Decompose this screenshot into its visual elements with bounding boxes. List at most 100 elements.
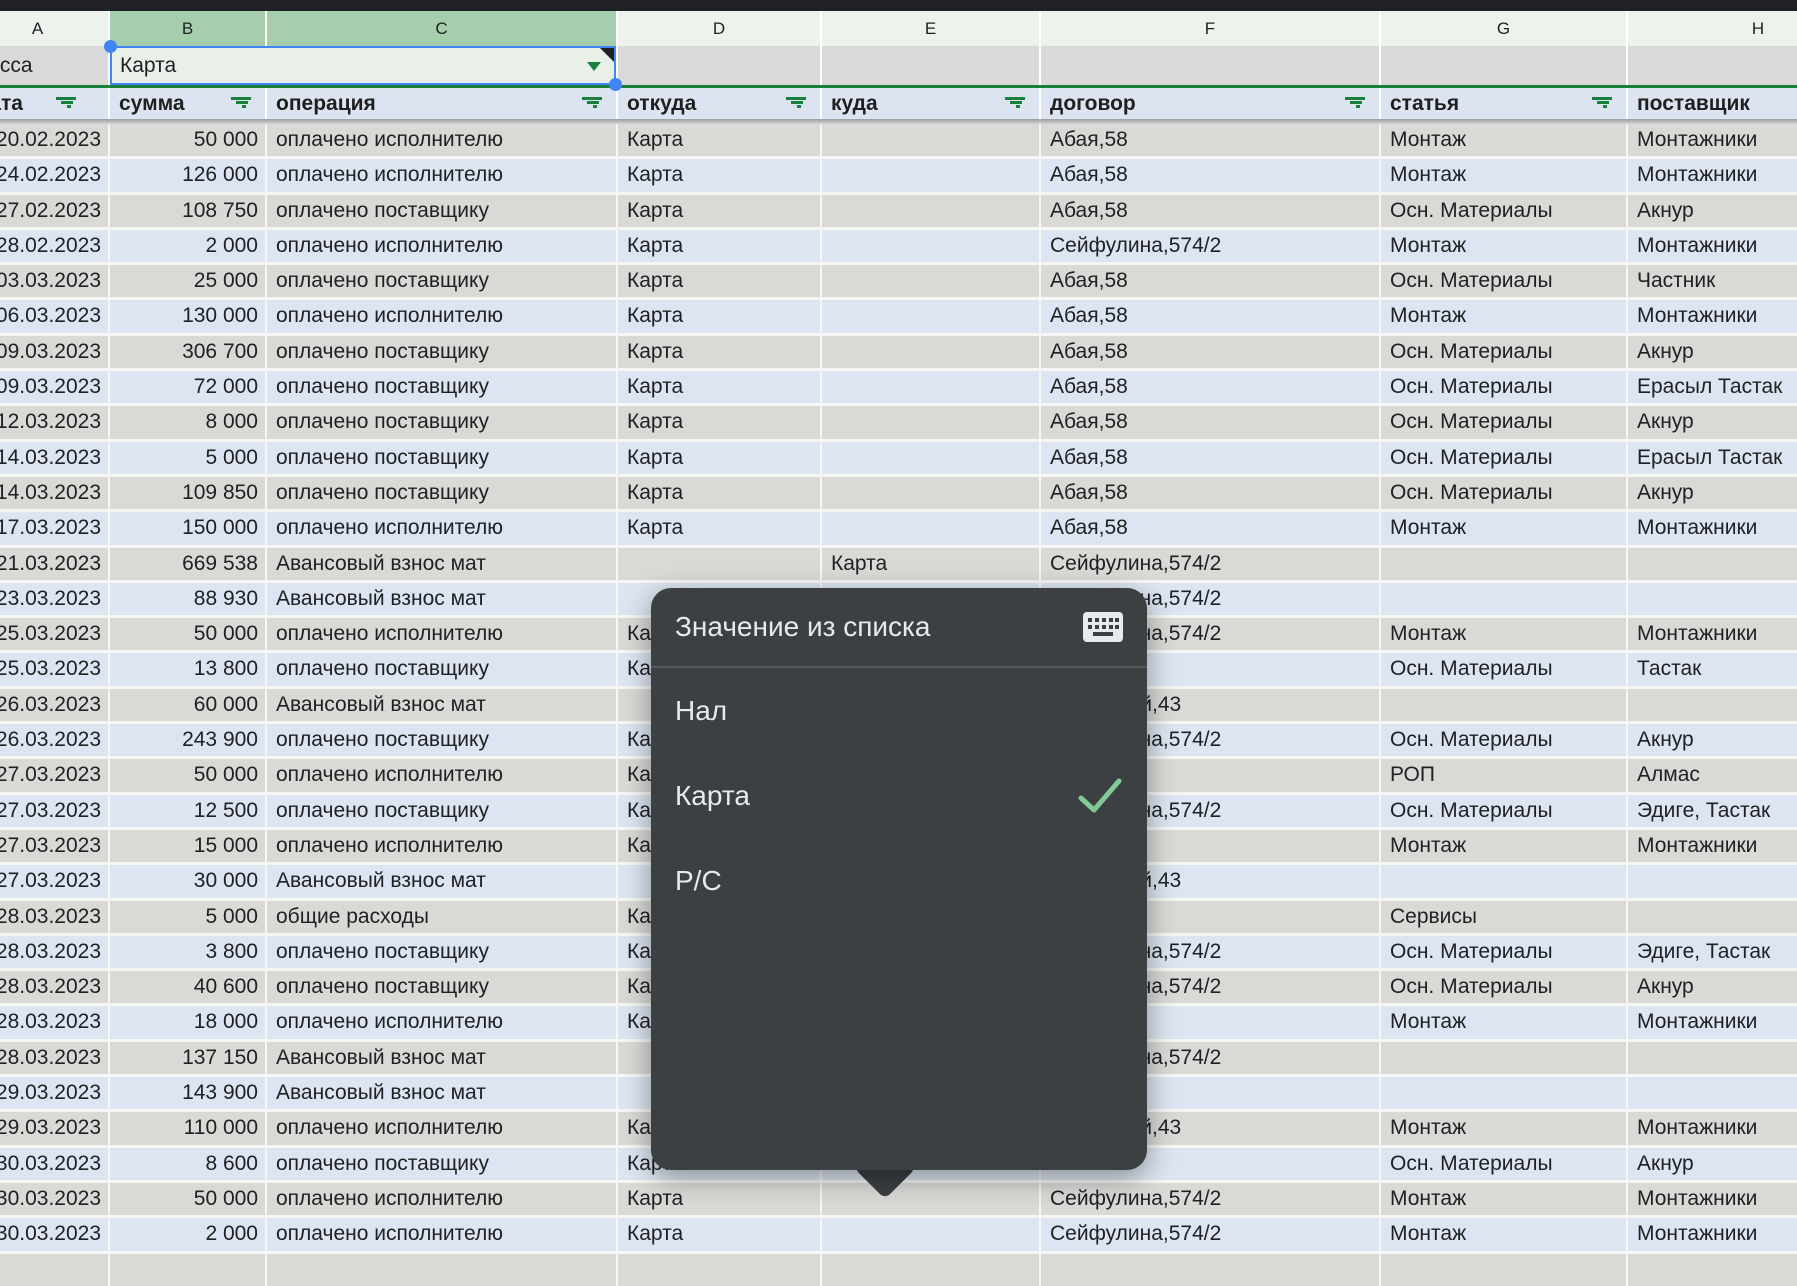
- cell-G23[interactable]: Осн. Материалы: [1381, 794, 1626, 827]
- cell-E5[interactable]: [822, 159, 1039, 192]
- cell-E10[interactable]: [822, 335, 1039, 369]
- cell-H36[interactable]: [1628, 1253, 1797, 1286]
- cell-A25[interactable]: 27.03.2023: [0, 865, 108, 898]
- cell-D13[interactable]: Карта: [618, 441, 820, 474]
- dropdown-arrow-icon[interactable]: [586, 61, 602, 72]
- cell-A22[interactable]: 27.03.2023: [0, 759, 108, 792]
- cell-A19[interactable]: 25.03.2023: [0, 653, 108, 686]
- cell-C17[interactable]: Авансовый взнос мат: [267, 582, 616, 616]
- cell-A6[interactable]: 27.02.2023: [0, 194, 108, 227]
- cell-C27[interactable]: оплачено поставщику: [267, 935, 616, 969]
- cell-E15[interactable]: [822, 512, 1039, 545]
- cell-A16[interactable]: 21.03.2023: [0, 547, 108, 580]
- cell-G16[interactable]: [1381, 547, 1626, 580]
- cell-A31[interactable]: 29.03.2023: [0, 1077, 108, 1110]
- cell-A35[interactable]: 30.03.2023: [0, 1218, 108, 1251]
- cell-F8[interactable]: Абая,58: [1041, 265, 1379, 298]
- cell-F13[interactable]: Абая,58: [1041, 441, 1379, 474]
- cell-H20[interactable]: [1628, 688, 1797, 722]
- cell-H30[interactable]: [1628, 1041, 1797, 1075]
- cell-E7[interactable]: [822, 229, 1039, 263]
- popup-option-Р/С[interactable]: Р/С: [651, 838, 1147, 923]
- cell-F16[interactable]: Сейфулина,574/2: [1041, 547, 1379, 580]
- cell-H32[interactable]: Монтажники: [1628, 1112, 1797, 1145]
- cell-B25[interactable]: 30 000: [110, 865, 265, 898]
- cell-G31[interactable]: [1381, 1077, 1626, 1110]
- cell-G5[interactable]: Монтаж: [1381, 159, 1626, 192]
- cell-D15[interactable]: Карта: [618, 512, 820, 545]
- cell-H8[interactable]: Частник: [1628, 265, 1797, 298]
- filter-icon[interactable]: [1345, 96, 1367, 112]
- cell-A23[interactable]: 27.03.2023: [0, 794, 108, 827]
- header-cell-дата[interactable]: дата: [0, 88, 108, 119]
- cell-D11[interactable]: Карта: [618, 371, 820, 404]
- cell-D35[interactable]: Карта: [618, 1218, 820, 1251]
- column-header-D[interactable]: D: [618, 11, 820, 46]
- cell-A11[interactable]: 09.03.2023: [0, 371, 108, 404]
- cell-G14[interactable]: Осн. Материалы: [1381, 476, 1626, 510]
- cell-C7[interactable]: оплачено исполнителю: [267, 229, 616, 263]
- cell-C8[interactable]: оплачено поставщику: [267, 265, 616, 298]
- cell-A28[interactable]: 28.03.2023: [0, 971, 108, 1004]
- cell-H4[interactable]: Монтажники: [1628, 124, 1797, 157]
- cell-B35[interactable]: 2 000: [110, 1218, 265, 1251]
- cell-B36[interactable]: [110, 1253, 265, 1286]
- column-header-C[interactable]: C: [267, 11, 616, 46]
- cell-H18[interactable]: Монтажники: [1628, 618, 1797, 651]
- cell-D14[interactable]: Карта: [618, 476, 820, 510]
- cell-C22[interactable]: оплачено исполнителю: [267, 759, 616, 792]
- header-cell-договор[interactable]: договор: [1041, 88, 1379, 119]
- cell-D5[interactable]: Карта: [618, 159, 820, 192]
- cell-G11[interactable]: Осн. Материалы: [1381, 371, 1626, 404]
- popup-option-Нал[interactable]: Нал: [651, 668, 1147, 753]
- cell-A32[interactable]: 29.03.2023: [0, 1112, 108, 1145]
- cell-H23[interactable]: Эдиге, Тастак: [1628, 794, 1797, 827]
- cell-G10[interactable]: Осн. Материалы: [1381, 335, 1626, 369]
- cell-C26[interactable]: общие расходы: [267, 900, 616, 933]
- empty-cell[interactable]: [1041, 46, 1379, 85]
- cell-A9[interactable]: 06.03.2023: [0, 300, 108, 333]
- cell-F9[interactable]: Абая,58: [1041, 300, 1379, 333]
- cell-G25[interactable]: [1381, 865, 1626, 898]
- cell-D8[interactable]: Карта: [618, 265, 820, 298]
- cell-B5[interactable]: 126 000: [110, 159, 265, 192]
- cell-H13[interactable]: Ерасыл Тастак: [1628, 441, 1797, 474]
- cell-H35[interactable]: Монтажники: [1628, 1218, 1797, 1251]
- cell-H28[interactable]: Акнур: [1628, 971, 1797, 1004]
- cell-H11[interactable]: Ерасыл Тастак: [1628, 371, 1797, 404]
- empty-cell[interactable]: [822, 46, 1039, 85]
- cell-A18[interactable]: 25.03.2023: [0, 618, 108, 651]
- cell-A36[interactable]: [0, 1253, 108, 1286]
- cell-C25[interactable]: Авансовый взнос мат: [267, 865, 616, 898]
- cell-G32[interactable]: Монтаж: [1381, 1112, 1626, 1145]
- cell-C5[interactable]: оплачено исполнителю: [267, 159, 616, 192]
- cell-D34[interactable]: Карта: [618, 1182, 820, 1216]
- cell-H22[interactable]: Алмас: [1628, 759, 1797, 792]
- cell-H26[interactable]: [1628, 900, 1797, 933]
- cell-A13[interactable]: 14.03.2023: [0, 441, 108, 474]
- cell-H19[interactable]: Тастак: [1628, 653, 1797, 686]
- cell-A24[interactable]: 27.03.2023: [0, 829, 108, 863]
- cell-B27[interactable]: 3 800: [110, 935, 265, 969]
- cell-H14[interactable]: Акнур: [1628, 476, 1797, 510]
- cell-C6[interactable]: оплачено поставщику: [267, 194, 616, 227]
- cell-G19[interactable]: Осн. Материалы: [1381, 653, 1626, 686]
- cell-F15[interactable]: Абая,58: [1041, 512, 1379, 545]
- empty-cell[interactable]: [1628, 46, 1797, 85]
- cell-B34[interactable]: 50 000: [110, 1182, 265, 1216]
- cell-E4[interactable]: [822, 124, 1039, 157]
- column-header-B[interactable]: B: [110, 11, 265, 46]
- cell-A7[interactable]: 28.02.2023: [0, 229, 108, 263]
- cell-B11[interactable]: 72 000: [110, 371, 265, 404]
- cell-A34[interactable]: 30.03.2023: [0, 1182, 108, 1216]
- cell-H10[interactable]: Акнур: [1628, 335, 1797, 369]
- selection-handle-bottom-right[interactable]: [609, 78, 622, 91]
- cell-G18[interactable]: Монтаж: [1381, 618, 1626, 651]
- cell-H12[interactable]: Акнур: [1628, 406, 1797, 439]
- cell-B20[interactable]: 60 000: [110, 688, 265, 722]
- cell-C15[interactable]: оплачено исполнителю: [267, 512, 616, 545]
- cell-G7[interactable]: Монтаж: [1381, 229, 1626, 263]
- cell-F12[interactable]: Абая,58: [1041, 406, 1379, 439]
- cell-D12[interactable]: Карта: [618, 406, 820, 439]
- filter-icon[interactable]: [786, 96, 808, 112]
